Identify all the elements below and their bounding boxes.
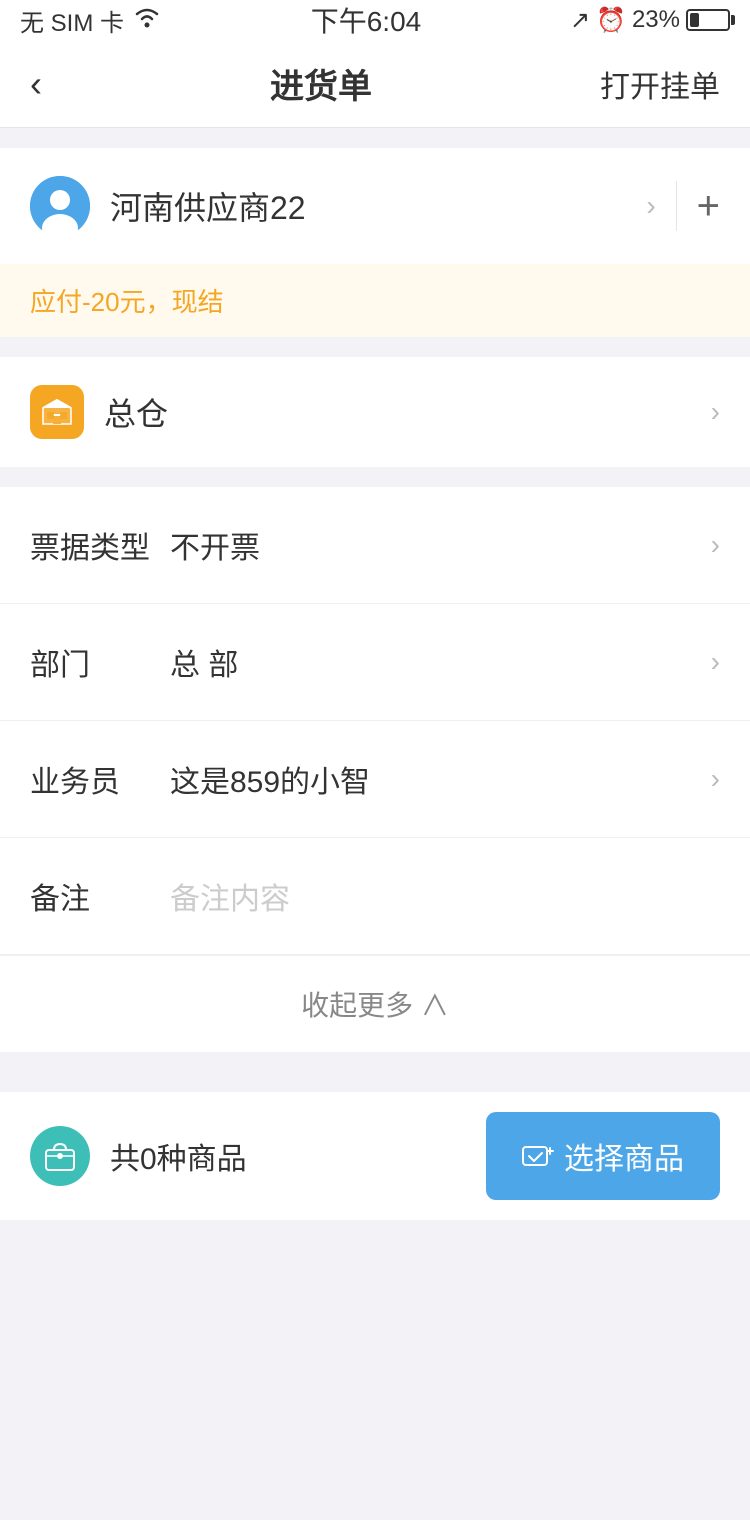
- invoice-row[interactable]: 票据类型 不开票 ›: [0, 487, 750, 604]
- notice-text: 应付-20元，现结: [30, 287, 224, 317]
- form-section: 票据类型 不开票 › 部门 总 部 › 业务员 这是859的小智 › 备注 备注…: [0, 487, 750, 1052]
- collapse-button[interactable]: 收起更多 ∧: [0, 955, 750, 1052]
- mid-divider-1: [0, 337, 750, 357]
- supplier-name: 河南供应商22: [110, 183, 646, 229]
- warehouse-row[interactable]: 总仓 ›: [0, 357, 750, 467]
- bottom-bar: 共0种商品 选择商品: [0, 1092, 750, 1220]
- salesman-row[interactable]: 业务员 这是859的小智 ›: [0, 721, 750, 838]
- status-time: 下午6:04: [311, 0, 422, 40]
- wifi-icon: [132, 6, 162, 35]
- invoice-arrow-icon: ›: [711, 529, 720, 561]
- warehouse-name: 总仓: [104, 389, 711, 435]
- status-bar: 无 SIM 卡 下午6:04 ↗ ⏰ 23%: [0, 0, 750, 40]
- supplier-avatar: [30, 176, 90, 236]
- nav-bar: ‹ 进货单 打开挂单: [0, 40, 750, 128]
- status-right: ↗ ⏰ 23%: [570, 6, 730, 35]
- vertical-divider: [676, 181, 677, 231]
- mid-divider-2: [0, 467, 750, 487]
- battery-percent: 23%: [632, 6, 680, 34]
- remark-row[interactable]: 备注 备注内容: [0, 838, 750, 955]
- supplier-card: 河南供应商22 › + 应付-20元，现结: [0, 148, 750, 337]
- page-title: 进货单: [270, 59, 372, 108]
- notice-bar: 应付-20元，现结: [0, 264, 750, 337]
- open-pending-button[interactable]: 打开挂单: [600, 62, 720, 106]
- page-background: [0, 1220, 750, 1520]
- battery-icon: [686, 9, 730, 31]
- department-label: 部门: [30, 640, 150, 684]
- department-arrow-icon: ›: [711, 646, 720, 678]
- remark-label: 备注: [30, 874, 150, 918]
- location-icon: ↗: [570, 6, 590, 35]
- product-count: 共0种商品: [110, 1134, 486, 1178]
- alarm-icon: ⏰: [596, 6, 626, 35]
- salesman-arrow-icon: ›: [711, 763, 720, 795]
- back-button[interactable]: ‹: [30, 63, 42, 105]
- warehouse-icon: [30, 385, 84, 439]
- add-supplier-button[interactable]: +: [697, 184, 720, 229]
- warehouse-arrow-icon: ›: [711, 396, 720, 428]
- status-left: 无 SIM 卡: [20, 3, 162, 38]
- supplier-row[interactable]: 河南供应商22 › +: [0, 148, 750, 264]
- supplier-arrow-icon: ›: [646, 190, 655, 222]
- top-divider: [0, 128, 750, 148]
- select-product-button[interactable]: 选择商品: [486, 1112, 720, 1200]
- select-product-label: 选择商品: [564, 1134, 684, 1178]
- carrier-label: 无 SIM 卡: [20, 3, 124, 38]
- salesman-value: 这是859的小智: [170, 757, 711, 801]
- warehouse-card[interactable]: 总仓 ›: [0, 357, 750, 467]
- invoice-label: 票据类型: [30, 523, 150, 567]
- remark-input[interactable]: 备注内容: [170, 874, 720, 918]
- bottom-divider: [0, 1052, 750, 1072]
- department-value: 总 部: [170, 640, 711, 684]
- salesman-label: 业务员: [30, 757, 150, 801]
- department-row[interactable]: 部门 总 部 ›: [0, 604, 750, 721]
- invoice-value: 不开票: [170, 523, 711, 567]
- product-icon: [30, 1126, 90, 1186]
